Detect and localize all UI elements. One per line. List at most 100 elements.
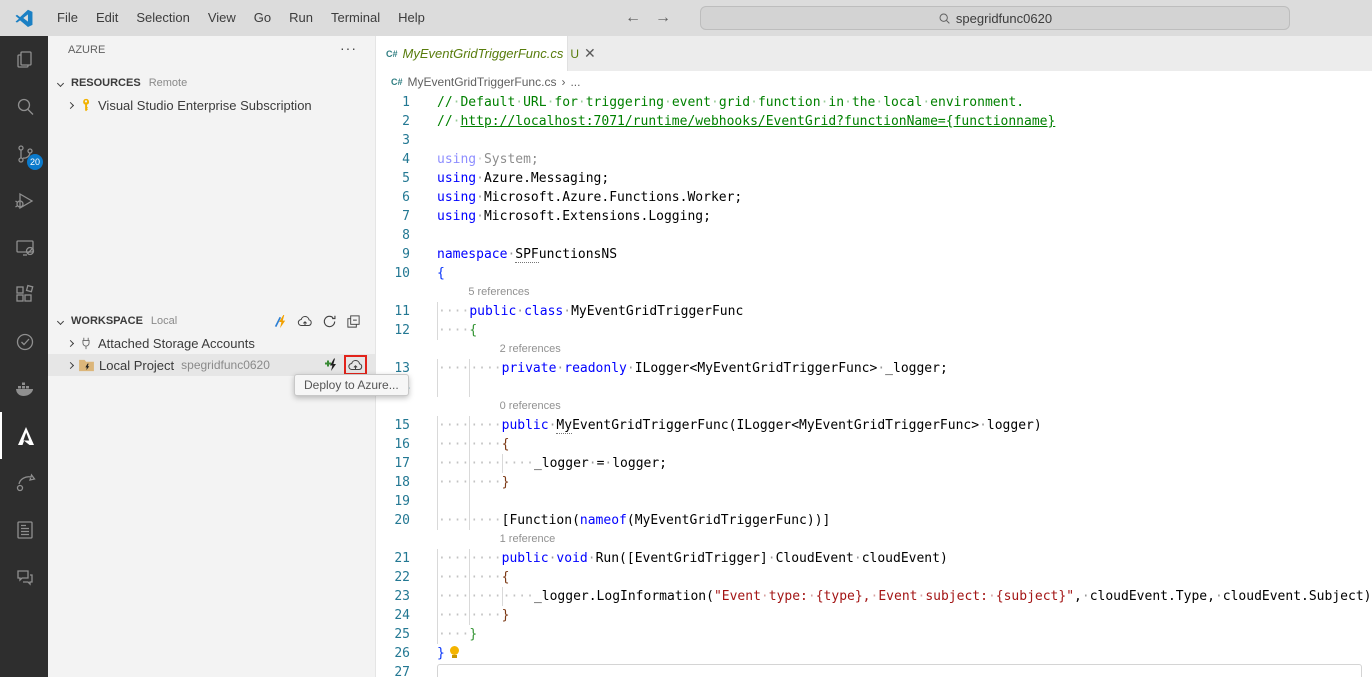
code-text[interactable]: //·http://localhost:7071/runtime/webhook… — [437, 112, 1055, 131]
live-share-icon[interactable] — [0, 459, 48, 506]
comments-icon[interactable] — [0, 553, 48, 600]
deploy-to-azure-icon[interactable] — [347, 357, 364, 373]
code-text[interactable]: //·Default·URL·for·triggering·event·grid… — [437, 93, 1024, 112]
line-number[interactable]: 2 — [376, 112, 410, 131]
line-number[interactable]: 11 — [376, 302, 410, 321]
line-number[interactable]: 18 — [376, 473, 410, 492]
collapse-all-icon[interactable] — [346, 314, 361, 329]
line-number[interactable]: 12 — [376, 321, 410, 340]
breadcrumb[interactable]: C# MyEventGridTriggerFunc.cs › ... — [376, 71, 1372, 93]
resources-section-header[interactable]: RESOURCES Remote — [48, 72, 375, 94]
code-text[interactable]: ········public·MyEventGridTriggerFunc(IL… — [437, 416, 1042, 435]
code-text[interactable]: ········{ — [437, 435, 509, 454]
close-icon[interactable]: ✕ — [584, 45, 596, 62]
codelens-link[interactable]: 1 reference — [500, 530, 556, 549]
line-number[interactable]: 9 — [376, 245, 410, 264]
azure-icon[interactable] — [0, 412, 48, 459]
line-number[interactable]: 20 — [376, 511, 410, 530]
code-text[interactable]: ····{ — [437, 321, 477, 340]
code-text[interactable]: ········public·void·Run([EventGridTrigge… — [437, 549, 948, 568]
source-control-icon[interactable]: 20 — [0, 130, 48, 177]
refresh-icon[interactable] — [322, 314, 337, 329]
extensions-icon[interactable] — [0, 271, 48, 318]
line-number[interactable]: 23 — [376, 587, 410, 606]
code-editor[interactable]: 1 //·Default·URL·for·triggering·event·gri… — [376, 93, 1372, 677]
code-text[interactable]: ········{ — [437, 568, 509, 587]
line-number[interactable]: 8 — [376, 226, 410, 245]
more-actions-icon[interactable]: ··· — [340, 40, 357, 56]
menu-item-help[interactable]: Help — [389, 0, 434, 36]
menu-item-run[interactable]: Run — [280, 0, 322, 36]
line-number[interactable]: 3 — [376, 131, 410, 150]
code-text[interactable]: using·Microsoft.Extensions.Logging; — [437, 207, 711, 226]
line-number[interactable]: 16 — [376, 435, 410, 454]
menu-item-file[interactable]: File — [48, 0, 87, 36]
menu-item-view[interactable]: View — [199, 0, 245, 36]
line-number[interactable]: 6 — [376, 188, 410, 207]
nav-back-icon[interactable]: ← — [625, 9, 641, 27]
line-number[interactable]: 5 — [376, 169, 410, 188]
code-text[interactable]: } — [437, 644, 462, 663]
menu-item-go[interactable]: Go — [245, 0, 280, 36]
menu-item-selection[interactable]: Selection — [127, 0, 198, 36]
menu-item-edit[interactable]: Edit — [87, 0, 127, 36]
run-and-debug-icon[interactable] — [0, 177, 48, 224]
menu-item-terminal[interactable]: Terminal — [322, 0, 389, 36]
line-number[interactable]: 10 — [376, 264, 410, 283]
lightbulb-icon[interactable] — [449, 645, 462, 659]
code-text[interactable]: ····public·class·MyEventGridTriggerFunc — [437, 302, 743, 321]
line-number[interactable]: 26 — [376, 644, 410, 663]
code-line: 26} — [376, 644, 1372, 663]
local-project-tree-item[interactable]: Local Project spegridfunc0620 — [48, 354, 375, 376]
subscription-tree-item[interactable]: Visual Studio Enterprise Subscription — [48, 94, 375, 116]
code-text[interactable]: using·Azure.Messaging; — [437, 169, 609, 188]
create-function-icon[interactable] — [273, 314, 288, 329]
code-line: 22 ········{ — [376, 568, 1372, 587]
search-view-icon[interactable] — [0, 83, 48, 130]
line-number[interactable]: 22 — [376, 568, 410, 587]
nav-forward-icon[interactable]: → — [655, 9, 671, 27]
line-number[interactable]: 27 — [376, 663, 410, 677]
code-text[interactable] — [437, 664, 1362, 677]
explorer-icon[interactable] — [0, 36, 48, 83]
code-text[interactable]: ········} — [437, 473, 509, 492]
breadcrumb-file[interactable]: MyEventGridTriggerFunc.cs — [408, 75, 557, 89]
attached-storage-tree-item[interactable]: Attached Storage Accounts — [48, 332, 375, 354]
codelens-link[interactable]: 0 references — [500, 397, 561, 416]
document-icon[interactable] — [0, 506, 48, 553]
line-number[interactable]: 7 — [376, 207, 410, 226]
code-text[interactable]: ········} — [437, 606, 509, 625]
line-number[interactable]: 24 — [376, 606, 410, 625]
code-line: 15 ········public·MyEventGridTriggerFunc(… — [376, 416, 1372, 435]
codelens-link[interactable]: 2 references — [500, 340, 561, 359]
testing-icon[interactable] — [0, 318, 48, 365]
line-number[interactable]: 17 — [376, 454, 410, 473]
line-number[interactable]: 25 — [376, 625, 410, 644]
code-text[interactable]: namespace·SPFunctionsNS — [437, 245, 617, 264]
tab-myeventgridtriggerfunc[interactable]: C# MyEventGridTriggerFunc.cs U ✕ — [376, 36, 596, 71]
line-number[interactable]: 1 — [376, 93, 410, 112]
code-text[interactable]: { — [437, 264, 445, 283]
code-text[interactable]: ········private·readonly·ILogger<MyEvent… — [437, 359, 948, 378]
line-number[interactable]: 4 — [376, 150, 410, 169]
code-text[interactable]: ········[Function(nameof(MyEventGridTrig… — [437, 511, 830, 530]
remote-explorer-icon[interactable] — [0, 224, 48, 271]
code-text[interactable]: ····} — [437, 625, 477, 644]
code-text[interactable]: ············_logger·=·logger; — [437, 454, 667, 473]
codelens-link[interactable]: 5 references — [468, 283, 529, 302]
code-text[interactable]: using·Microsoft.Azure.Functions.Worker; — [437, 188, 742, 207]
line-number[interactable]: 21 — [376, 549, 410, 568]
breadcrumb-symbol[interactable]: ... — [570, 75, 580, 89]
workspace-section-header[interactable]: WORKSPACE Local — [48, 310, 375, 332]
line-number[interactable]: 15 — [376, 416, 410, 435]
code-text[interactable] — [437, 378, 502, 397]
code-text[interactable]: ············_logger.LogInformation("Even… — [437, 587, 1372, 606]
search-input[interactable]: spegridfunc0620 — [700, 6, 1290, 30]
line-number[interactable]: 19 — [376, 492, 410, 511]
tab-bar: C# MyEventGridTriggerFunc.cs U ✕ — [376, 36, 1372, 71]
code-text[interactable] — [437, 492, 502, 511]
deploy-cloud-icon[interactable] — [297, 313, 313, 329]
create-function-inline-icon[interactable] — [323, 357, 339, 373]
docker-icon[interactable] — [0, 365, 48, 412]
code-text[interactable]: using·System; — [437, 150, 539, 169]
